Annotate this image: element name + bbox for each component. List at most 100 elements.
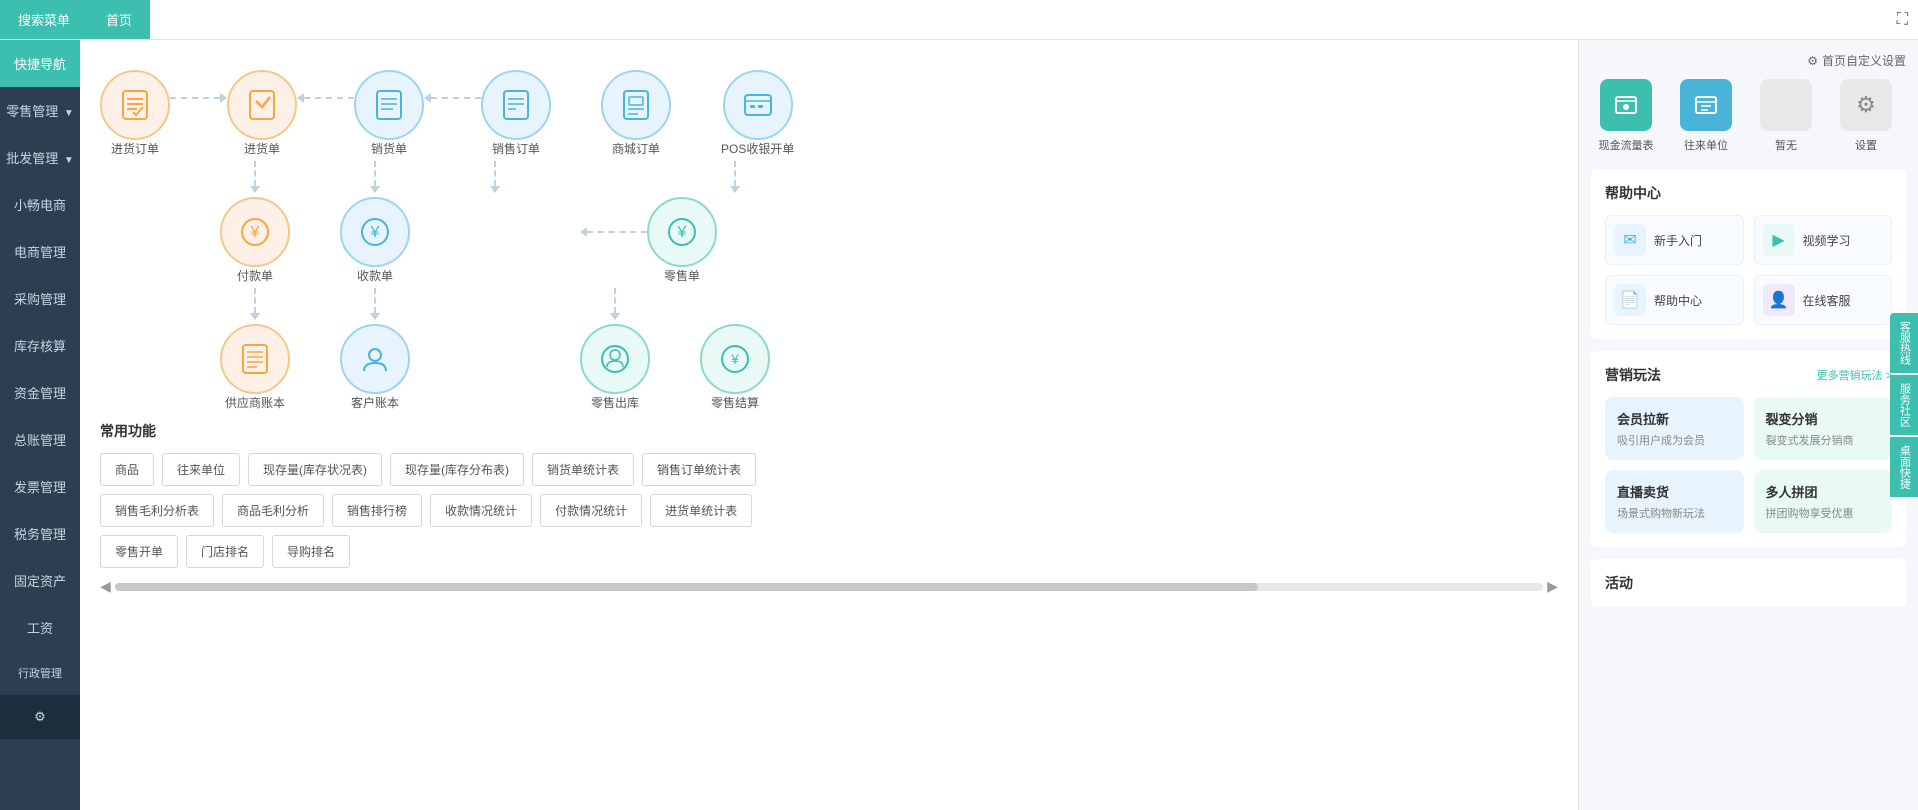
retail-slip-label: 零售单 (664, 267, 700, 284)
quick-btn-settings[interactable]: ⚙ 设置 (1831, 79, 1901, 153)
sidebar-item-ecom[interactable]: 电商管理 (0, 228, 80, 275)
live-desc: 场景式购物新玩法 (1617, 505, 1732, 521)
node-purchase-order[interactable]: 进货订单 (100, 70, 170, 157)
sidebar-item-quick-nav[interactable]: 快捷导航 (0, 40, 80, 87)
func-btn-payment-stat[interactable]: 付款情况统计 (540, 494, 642, 527)
marketing-group[interactable]: 多人拼团 拼团购物享受优惠 (1754, 470, 1893, 533)
help-item-helpcenter[interactable]: 📄 帮助中心 (1605, 275, 1744, 325)
sidebar-item-purchase[interactable]: 采购管理 (0, 275, 80, 322)
tab-home[interactable]: 首页 (88, 0, 150, 39)
sidebar-item-fixed-assets[interactable]: 固定资产 (0, 557, 80, 604)
sidebar-settings-btn[interactable]: ⚙ (0, 695, 80, 739)
marketing-live[interactable]: 直播卖货 场景式购物新玩法 (1605, 470, 1744, 533)
home-customize-btn[interactable]: ⚙ 首页自定义设置 (1591, 52, 1906, 69)
sidebar: 快捷导航 零售管理 ▼ 批发管理 ▼ 小畅电商 电商管理 采购管理 库存核算 资… (0, 40, 80, 810)
beginner-icon: ✉ (1614, 224, 1646, 256)
func-btn-sales-ord-stat[interactable]: 销售订单统计表 (642, 453, 756, 486)
member-title: 会员拉新 (1617, 409, 1732, 428)
marketing-member[interactable]: 会员拉新 吸引用户成为会员 (1605, 397, 1744, 460)
retail-slip-icon: ¥ (647, 197, 717, 267)
svg-text:¥: ¥ (730, 351, 739, 367)
cash-flow-icon (1600, 79, 1652, 131)
func-grid-2: 销售毛利分析表 商品毛利分析 销售排行榜 收款情况统计 付款情况统计 进货单统计… (100, 494, 1558, 527)
node-mall-order[interactable]: 商城订单 (601, 70, 671, 157)
func-btn-stock1[interactable]: 现存量(库存状况表) (248, 453, 382, 486)
quick-btn-none[interactable]: 暂无 (1751, 79, 1821, 153)
node-pos[interactable]: POS收银开单 (721, 70, 794, 157)
marketing-more-btn[interactable]: 更多营销玩法 > (1817, 367, 1892, 383)
connector-2 (297, 93, 354, 103)
sidebar-item-inventory[interactable]: 库存核算 (0, 322, 80, 369)
fullscreen-btn[interactable]: ⛶ (1897, 11, 1908, 29)
func-btn-store-rank[interactable]: 门店排名 (186, 535, 264, 568)
sidebar-item-finance[interactable]: 资金管理 (0, 369, 80, 416)
sidebar-item-retail[interactable]: 零售管理 ▼ (0, 87, 80, 134)
help-item-video[interactable]: ▶ 视频学习 (1754, 215, 1893, 265)
connector-3 (424, 93, 481, 103)
float-customer-service[interactable]: 客服热线 (1890, 313, 1918, 373)
help-item-beginner[interactable]: ✉ 新手入门 (1605, 215, 1744, 265)
supplier-label: 供应商账本 (225, 394, 285, 411)
node-retail-outbound[interactable]: 零售出库 (580, 324, 650, 411)
sidebar-item-wholesale[interactable]: 批发管理 ▼ (0, 134, 80, 181)
marketing-split[interactable]: 裂变分销 裂变式发展分销商 (1754, 397, 1893, 460)
func-btn-goods-margin[interactable]: 商品毛利分析 (222, 494, 324, 527)
sidebar-item-tax[interactable]: 税务管理 (0, 510, 80, 557)
func-btn-partners[interactable]: 往来单位 (162, 453, 240, 486)
partners-label: 往来单位 (1684, 137, 1728, 153)
scroll-track[interactable] (115, 583, 1543, 591)
sales-slip-icon (354, 70, 424, 140)
node-retail-settlement[interactable]: ¥ 零售结算 (700, 324, 770, 411)
sidebar-item-admin[interactable]: 行政管理 (0, 651, 80, 695)
activity-section: 活动 (1591, 559, 1906, 607)
search-menu-btn[interactable]: 搜索菜单 (0, 0, 88, 39)
sidebar-item-invoice[interactable]: 发票管理 (0, 463, 80, 510)
settings-label: 设置 (1855, 137, 1877, 153)
payment-label: 付款单 (237, 267, 273, 284)
help-item-online[interactable]: 👤 在线客服 (1754, 275, 1893, 325)
node-supplier[interactable]: 供应商账本 (220, 324, 290, 411)
v-conn-pos (700, 161, 770, 193)
node-sales-order[interactable]: 销售订单 (481, 70, 551, 157)
float-service-community[interactable]: 服务社区 (1890, 375, 1918, 435)
sidebar-item-salary[interactable]: 工资 (0, 604, 80, 651)
v-connectors-2 (100, 288, 1558, 320)
sales-slip-label: 销货单 (371, 140, 407, 157)
flow-row-2: ¥ 付款单 ¥ 收款单 (100, 197, 1558, 284)
marketing-section: 营销玩法 更多营销玩法 > 会员拉新 吸引用户成为会员 裂变分销 裂变式发展分销… (1591, 351, 1906, 547)
node-customer[interactable]: 客户账本 (340, 324, 410, 411)
v-conn-salesord (460, 161, 530, 193)
retail-connector (580, 227, 647, 237)
func-btn-retail-order[interactable]: 零售开单 (100, 535, 178, 568)
func-btn-goods[interactable]: 商品 (100, 453, 154, 486)
func-btn-stock2[interactable]: 现存量(库存分布表) (390, 453, 524, 486)
v-connectors (100, 161, 1558, 193)
pos-icon (723, 70, 793, 140)
sidebar-item-xiaochange[interactable]: 小畅电商 (0, 181, 80, 228)
node-payment[interactable]: ¥ 付款单 (220, 197, 290, 284)
scroll-right-btn[interactable]: ▶ (1547, 578, 1558, 595)
purchase-order-icon (100, 70, 170, 140)
settings-icon: ⚙ (1840, 79, 1892, 131)
scroll-area: ◀ ▶ (100, 578, 1558, 595)
func-btn-purchase-stat[interactable]: 进货单统计表 (650, 494, 752, 527)
live-title: 直播卖货 (1617, 482, 1732, 501)
node-sales-slip[interactable]: 销货单 (354, 70, 424, 157)
node-receipt[interactable]: ¥ 收款单 (340, 197, 410, 284)
partners-icon (1680, 79, 1732, 131)
quick-btn-partners[interactable]: 往来单位 (1671, 79, 1741, 153)
purchase-slip-icon (227, 70, 297, 140)
func-btn-guide-rank[interactable]: 导购排名 (272, 535, 350, 568)
func-btn-receipt-stat[interactable]: 收款情况统计 (430, 494, 532, 527)
func-btn-sales-margin[interactable]: 销售毛利分析表 (100, 494, 214, 527)
quick-access: 现金流量表 往来单位 暂无 ⚙ 设置 (1591, 79, 1906, 153)
purchase-slip-label: 进货单 (244, 140, 280, 157)
float-desktop-shortcut[interactable]: 桌面快捷 (1890, 437, 1918, 497)
scroll-left-btn[interactable]: ◀ (100, 578, 111, 595)
sidebar-item-general[interactable]: 总账管理 (0, 416, 80, 463)
node-purchase-slip[interactable]: 进货单 (227, 70, 297, 157)
node-retail-slip[interactable]: ¥ 零售单 (580, 197, 717, 284)
func-btn-sales-stat[interactable]: 销货单统计表 (532, 453, 634, 486)
quick-btn-cash-flow[interactable]: 现金流量表 (1591, 79, 1661, 153)
func-btn-sales-rank[interactable]: 销售排行榜 (332, 494, 422, 527)
